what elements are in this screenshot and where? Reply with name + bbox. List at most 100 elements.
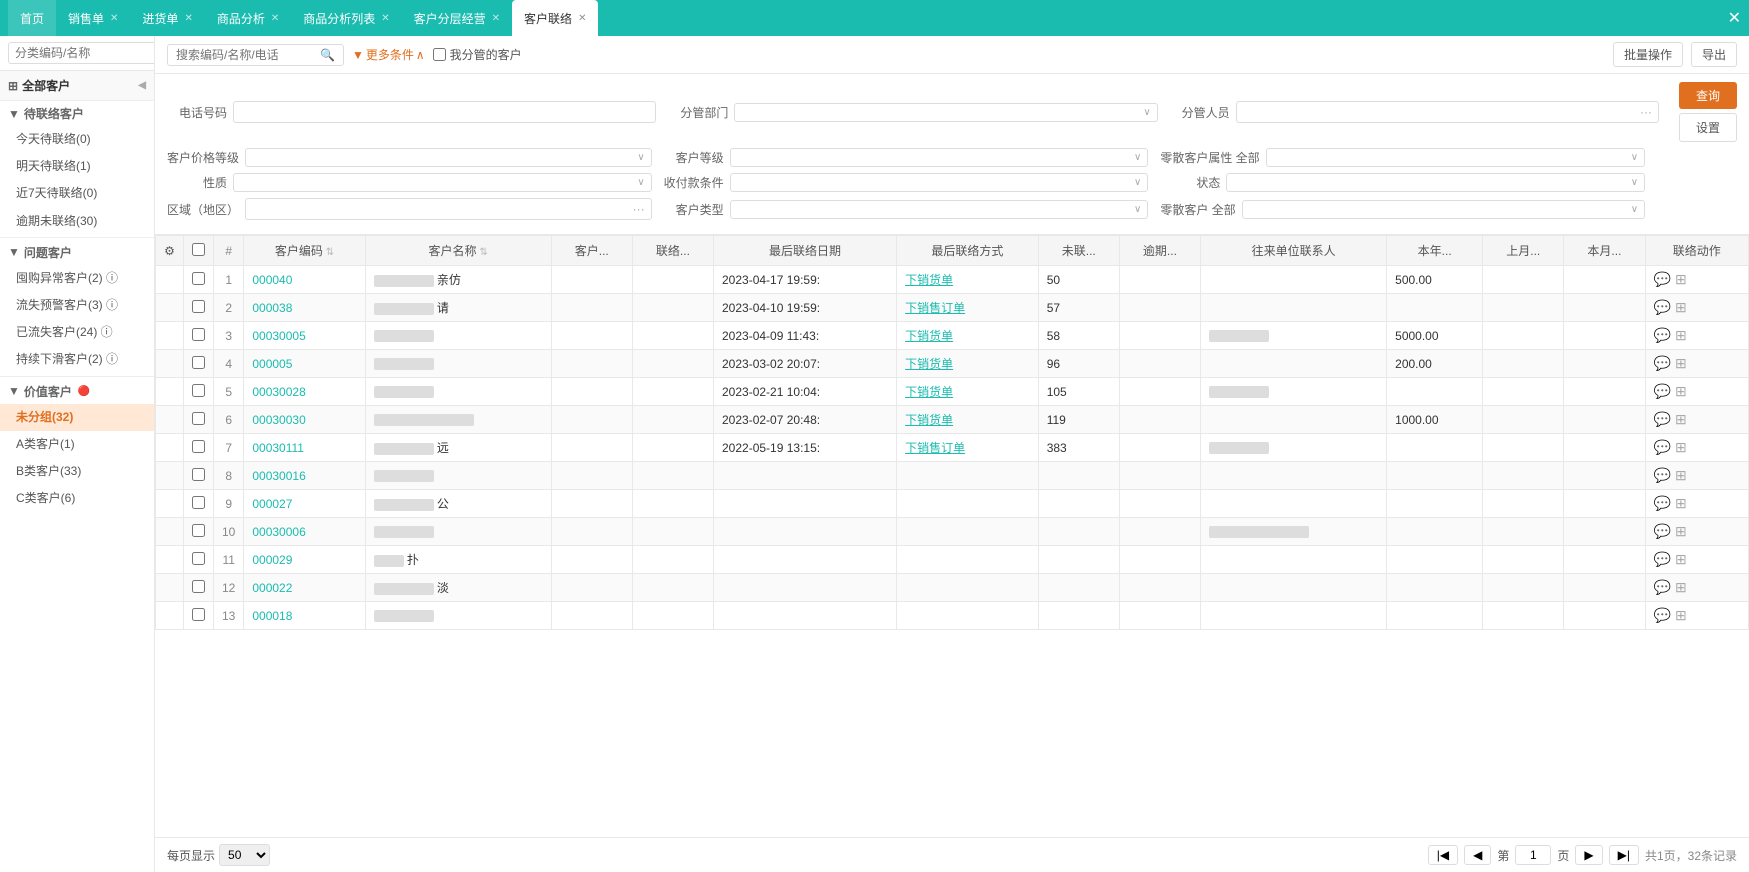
row-code[interactable]: 000040 [244, 266, 365, 294]
row-checkbox-cell[interactable] [184, 294, 214, 322]
action-grid-icon[interactable]: ⊞ [1675, 383, 1687, 400]
sidebar-item-class-a[interactable]: A类客户(1) [0, 431, 154, 458]
action-grid-icon[interactable]: ⊞ [1675, 439, 1687, 456]
action-chat-icon[interactable]: 💬 [1654, 579, 1671, 596]
action-chat-icon[interactable]: 💬 [1654, 383, 1671, 400]
batch-ops-button[interactable]: 批量操作 [1613, 42, 1683, 67]
action-grid-icon[interactable]: ⊞ [1675, 467, 1687, 484]
row-checkbox-cell[interactable] [184, 434, 214, 462]
action-chat-icon[interactable]: 💬 [1654, 495, 1671, 512]
action-chat-icon[interactable]: 💬 [1654, 411, 1671, 428]
action-grid-icon[interactable]: ⊞ [1675, 523, 1687, 540]
row-checkbox-cell[interactable] [184, 378, 214, 406]
row-code[interactable]: 000005 [244, 350, 365, 378]
sidebar-item-churn-warning[interactable]: 流失预警客户(3) ⓘ [0, 292, 154, 319]
row-code[interactable]: 00030016 [244, 462, 365, 490]
my-customers-check[interactable] [433, 48, 446, 61]
sparse-attr-select[interactable]: ∨ [1266, 148, 1645, 167]
page-number-input[interactable] [1515, 845, 1551, 865]
col-select-all[interactable] [184, 236, 214, 266]
tab-goods-analysis[interactable]: 商品分析 ✕ [205, 0, 291, 36]
row-checkbox[interactable] [192, 496, 205, 509]
status-select[interactable]: ∨ [1226, 173, 1645, 192]
row-checkbox[interactable] [192, 272, 205, 285]
sidebar-group-value[interactable]: ▼ 价值客户 🔴 [0, 379, 154, 404]
sidebar-item-7days-pending[interactable]: 近7天待联络(0) [0, 180, 154, 207]
row-checkbox-cell[interactable] [184, 602, 214, 630]
tab-customer-contact[interactable]: 客户联络 ✕ [512, 0, 598, 36]
sidebar-item-ungroup[interactable]: 未分组(32) [0, 404, 154, 431]
last-page-button[interactable]: ▶| [1609, 845, 1639, 865]
person-select[interactable]: ··· [1236, 101, 1659, 123]
sidebar-group-problem[interactable]: ▼ 问题客户 [0, 240, 154, 265]
tab-goods-analysis-close[interactable]: ✕ [271, 13, 279, 24]
export-button[interactable]: 导出 [1691, 42, 1737, 67]
row-code[interactable]: 000029 [244, 546, 365, 574]
payment-select[interactable]: ∨ [730, 173, 1149, 192]
tab-customer-contact-close[interactable]: ✕ [578, 13, 586, 24]
row-code[interactable]: 000027 [244, 490, 365, 518]
dept-select[interactable]: ∨ [734, 103, 1157, 122]
sidebar-item-tomorrow-pending[interactable]: 明天待联络(1) [0, 153, 154, 180]
row-code[interactable]: 00030028 [244, 378, 365, 406]
col-settings[interactable]: ⚙ [156, 236, 184, 266]
row-checkbox-cell[interactable] [184, 406, 214, 434]
action-chat-icon[interactable]: 💬 [1654, 439, 1671, 456]
row-checkbox[interactable] [192, 384, 205, 397]
row-code[interactable]: 00030111 [244, 434, 365, 462]
row-code[interactable]: 000018 [244, 602, 365, 630]
next-page-button[interactable]: ▶ [1575, 845, 1602, 865]
row-checkbox-cell[interactable] [184, 574, 214, 602]
select-all-checkbox[interactable] [192, 243, 205, 256]
region-select[interactable]: ··· [245, 198, 652, 220]
tab-home[interactable]: 首页 [8, 0, 56, 36]
tab-customer-layer-close[interactable]: ✕ [492, 13, 500, 24]
row-checkbox[interactable] [192, 328, 205, 341]
row-code[interactable]: 00030006 [244, 518, 365, 546]
row-checkbox[interactable] [192, 440, 205, 453]
row-checkbox-cell[interactable] [184, 350, 214, 378]
row-checkbox-cell[interactable] [184, 462, 214, 490]
prev-page-button[interactable]: ◀ [1464, 845, 1491, 865]
row-code[interactable]: 00030030 [244, 406, 365, 434]
row-checkbox-cell[interactable] [184, 266, 214, 294]
action-chat-icon[interactable]: 💬 [1654, 299, 1671, 316]
row-checkbox[interactable] [192, 524, 205, 537]
action-chat-icon[interactable]: 💬 [1654, 607, 1671, 624]
row-checkbox[interactable] [192, 412, 205, 425]
sidebar-group-pending[interactable]: ▼ 待联络客户 [0, 101, 154, 126]
main-search-input[interactable] [176, 48, 316, 62]
phone-input[interactable] [233, 101, 656, 123]
reset-button[interactable]: 设置 [1679, 113, 1737, 142]
sidebar-search-input[interactable] [8, 42, 155, 64]
per-page-select[interactable]: 20 50 100 [219, 844, 270, 866]
action-chat-icon[interactable]: 💬 [1654, 271, 1671, 288]
sidebar-item-class-c[interactable]: C类客户(6) [0, 485, 154, 512]
row-checkbox[interactable] [192, 300, 205, 313]
sparse-customer-select[interactable]: ∨ [1242, 200, 1645, 219]
action-chat-icon[interactable]: 💬 [1654, 551, 1671, 568]
sidebar-item-declining[interactable]: 持续下滑客户(2) ⓘ [0, 346, 154, 373]
all-customers-header[interactable]: ⊞ 全部客户 ◀ [0, 71, 154, 101]
customer-type-select[interactable]: ∨ [730, 200, 1149, 219]
col-name[interactable]: 客户名称 [365, 236, 551, 266]
tab-goods-analysis-list[interactable]: 商品分析列表 ✕ [291, 0, 401, 36]
action-grid-icon[interactable]: ⊞ [1675, 299, 1687, 316]
row-checkbox-cell[interactable] [184, 546, 214, 574]
price-level-select[interactable]: ∨ [245, 148, 652, 167]
sidebar-item-overdue-pending[interactable]: 逾期未联络(30) [0, 208, 154, 235]
row-checkbox-cell[interactable] [184, 518, 214, 546]
row-checkbox[interactable] [192, 580, 205, 593]
main-search-icon[interactable]: 🔍 [320, 48, 335, 62]
row-checkbox[interactable] [192, 356, 205, 369]
tab-sales[interactable]: 销售单 ✕ [56, 0, 130, 36]
action-grid-icon[interactable]: ⊞ [1675, 495, 1687, 512]
row-checkbox-cell[interactable] [184, 490, 214, 518]
action-grid-icon[interactable]: ⊞ [1675, 327, 1687, 344]
tab-purchase-close[interactable]: ✕ [184, 13, 192, 24]
my-customers-checkbox[interactable]: 我分管的客户 [433, 46, 522, 63]
action-grid-icon[interactable]: ⊞ [1675, 411, 1687, 428]
nature-select[interactable]: ∨ [233, 173, 652, 192]
row-checkbox[interactable] [192, 468, 205, 481]
action-chat-icon[interactable]: 💬 [1654, 355, 1671, 372]
